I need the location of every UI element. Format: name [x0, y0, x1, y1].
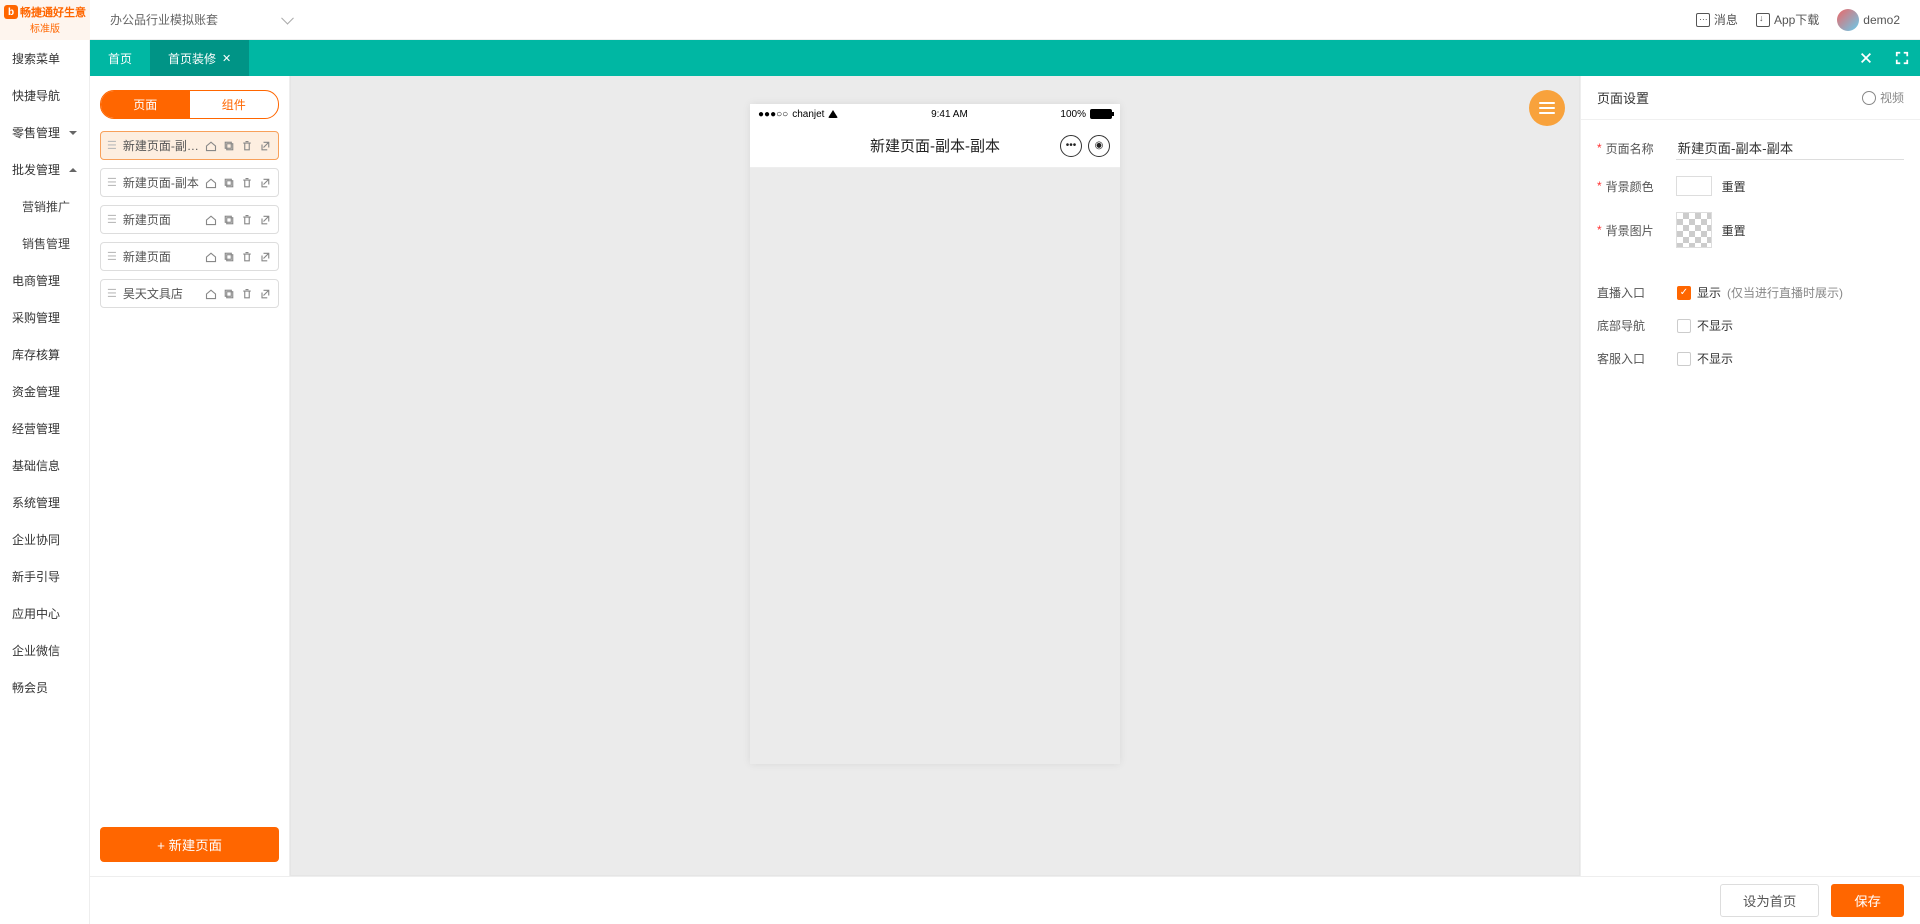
- wifi-icon: [828, 110, 838, 118]
- home-icon[interactable]: [204, 176, 218, 190]
- delete-icon[interactable]: [240, 213, 254, 227]
- phone-body[interactable]: [750, 168, 1120, 764]
- share-icon[interactable]: [258, 213, 272, 227]
- message-icon: [1696, 13, 1710, 27]
- save-button[interactable]: 保存: [1831, 884, 1904, 917]
- page-list-item[interactable]: ☰昊天文具店: [100, 279, 279, 308]
- drag-icon[interactable]: ☰: [107, 287, 117, 300]
- home-icon[interactable]: [204, 139, 218, 153]
- delete-icon[interactable]: [240, 250, 254, 264]
- sidebar-item[interactable]: 搜索菜单: [0, 40, 89, 77]
- logo: b畅捷通好生意 标准版: [0, 0, 90, 40]
- sidebar-item[interactable]: 采购管理: [0, 299, 89, 336]
- delete-icon[interactable]: [240, 139, 254, 153]
- home-icon[interactable]: [204, 287, 218, 301]
- close-icon[interactable]: ✕: [222, 52, 231, 65]
- segment-component[interactable]: 组件: [190, 91, 279, 118]
- sidebar-item[interactable]: 新手引导: [0, 558, 89, 595]
- tab-bar: 首页 首页装修✕: [90, 40, 1920, 76]
- sidebar-item[interactable]: 电商管理: [0, 262, 89, 299]
- settings-title: 页面设置: [1597, 88, 1649, 107]
- page-name-input[interactable]: [1676, 136, 1904, 160]
- account-select[interactable]: 办公品行业模拟账套: [90, 11, 310, 28]
- chevron-down-icon: [69, 131, 77, 135]
- segment-page[interactable]: 页面: [101, 91, 190, 118]
- battery-icon: [1090, 109, 1112, 119]
- share-icon[interactable]: [258, 250, 272, 264]
- share-icon[interactable]: [258, 139, 272, 153]
- logo-icon: b: [4, 5, 18, 19]
- messages-link[interactable]: 消息: [1696, 11, 1738, 28]
- sidebar-item[interactable]: 系统管理: [0, 484, 89, 521]
- drag-icon[interactable]: ☰: [107, 139, 117, 152]
- new-page-button[interactable]: + 新建页面: [100, 827, 279, 862]
- sidebar-item[interactable]: 库存核算: [0, 336, 89, 373]
- drag-icon[interactable]: ☰: [107, 176, 117, 189]
- bg-image-swatch[interactable]: [1676, 212, 1712, 248]
- phone-preview: ●●●○○chanjet 9:41 AM 100% 新建页面-副本-副本 •••…: [750, 104, 1120, 764]
- sidebar-item[interactable]: 销售管理: [0, 225, 89, 262]
- sidebar-item[interactable]: 资金管理: [0, 373, 89, 410]
- bg-image-reset[interactable]: 重置: [1722, 222, 1746, 239]
- phone-status-bar: ●●●○○chanjet 9:41 AM 100%: [750, 104, 1120, 124]
- copy-icon[interactable]: [222, 139, 236, 153]
- copy-icon[interactable]: [222, 176, 236, 190]
- miniapp-menu-icon[interactable]: •••: [1060, 135, 1082, 157]
- sidebar-item[interactable]: 快捷导航: [0, 77, 89, 114]
- chevron-up-icon: [69, 168, 77, 172]
- bg-color-swatch[interactable]: [1676, 176, 1712, 196]
- page-list-item[interactable]: ☰新建页面-副本: [100, 168, 279, 197]
- topbar: b畅捷通好生意 标准版 办公品行业模拟账套 消息 App下载 demo2: [0, 0, 1920, 40]
- app-download-link[interactable]: App下载: [1756, 11, 1819, 28]
- sidebar-item[interactable]: 批发管理: [0, 151, 89, 188]
- nav-checkbox[interactable]: [1677, 319, 1691, 333]
- footer: 设为首页 保存: [90, 876, 1920, 924]
- miniapp-close-icon[interactable]: ◉: [1088, 135, 1110, 157]
- delete-icon[interactable]: [240, 176, 254, 190]
- canvas: ●●●○○chanjet 9:41 AM 100% 新建页面-副本-副本 •••…: [290, 76, 1580, 876]
- sidebar-item[interactable]: 企业协同: [0, 521, 89, 558]
- sidebar-item[interactable]: 应用中心: [0, 595, 89, 632]
- copy-icon[interactable]: [222, 213, 236, 227]
- user-menu[interactable]: demo2: [1837, 9, 1900, 31]
- service-checkbox[interactable]: [1677, 352, 1691, 366]
- sidebar-item[interactable]: 经营管理: [0, 410, 89, 447]
- bg-color-reset[interactable]: 重置: [1722, 178, 1746, 195]
- settings-panel: 页面设置 视频 *页面名称 *背景颜色重置 *背景图片重置 直播入口✓显示(仅当…: [1580, 76, 1920, 876]
- canvas-menu-fab[interactable]: [1529, 90, 1565, 126]
- sidebar-item[interactable]: 企业微信: [0, 632, 89, 669]
- copy-icon[interactable]: [222, 287, 236, 301]
- share-icon[interactable]: [258, 176, 272, 190]
- share-icon[interactable]: [258, 287, 272, 301]
- download-icon: [1756, 13, 1770, 27]
- copy-icon[interactable]: [222, 250, 236, 264]
- sidebar-item[interactable]: 基础信息: [0, 447, 89, 484]
- page-list-item[interactable]: ☰新建页面: [100, 205, 279, 234]
- segment-control: 页面 组件: [100, 90, 279, 119]
- tab-page-editor[interactable]: 首页装修✕: [150, 40, 249, 76]
- set-home-button[interactable]: 设为首页: [1720, 884, 1819, 917]
- fullscreen-icon[interactable]: [1884, 40, 1920, 76]
- sidebar-item[interactable]: 零售管理: [0, 114, 89, 151]
- drag-icon[interactable]: ☰: [107, 250, 117, 263]
- phone-title-bar: 新建页面-副本-副本 ••• ◉: [750, 124, 1120, 168]
- close-all-icon[interactable]: [1848, 40, 1884, 76]
- home-icon[interactable]: [204, 250, 218, 264]
- sidebar-item[interactable]: 畅会员: [0, 669, 89, 706]
- page-list-panel: 页面 组件 ☰新建页面-副本... ☰新建页面-副本 ☰新建页面 ☰新建页面 ☰昊天文具…: [90, 76, 290, 876]
- delete-icon[interactable]: [240, 287, 254, 301]
- avatar: [1837, 9, 1859, 31]
- tab-home[interactable]: 首页: [90, 40, 150, 76]
- video-help-link[interactable]: 视频: [1862, 89, 1904, 106]
- sidebar-item[interactable]: 营销推广: [0, 188, 89, 225]
- page-list-item[interactable]: ☰新建页面: [100, 242, 279, 271]
- drag-icon[interactable]: ☰: [107, 213, 117, 226]
- sidebar: 搜索菜单快捷导航零售管理批发管理营销推广销售管理电商管理采购管理库存核算资金管理…: [0, 40, 90, 924]
- page-list-item[interactable]: ☰新建页面-副本...: [100, 131, 279, 160]
- live-checkbox[interactable]: ✓: [1677, 286, 1691, 300]
- home-icon[interactable]: [204, 213, 218, 227]
